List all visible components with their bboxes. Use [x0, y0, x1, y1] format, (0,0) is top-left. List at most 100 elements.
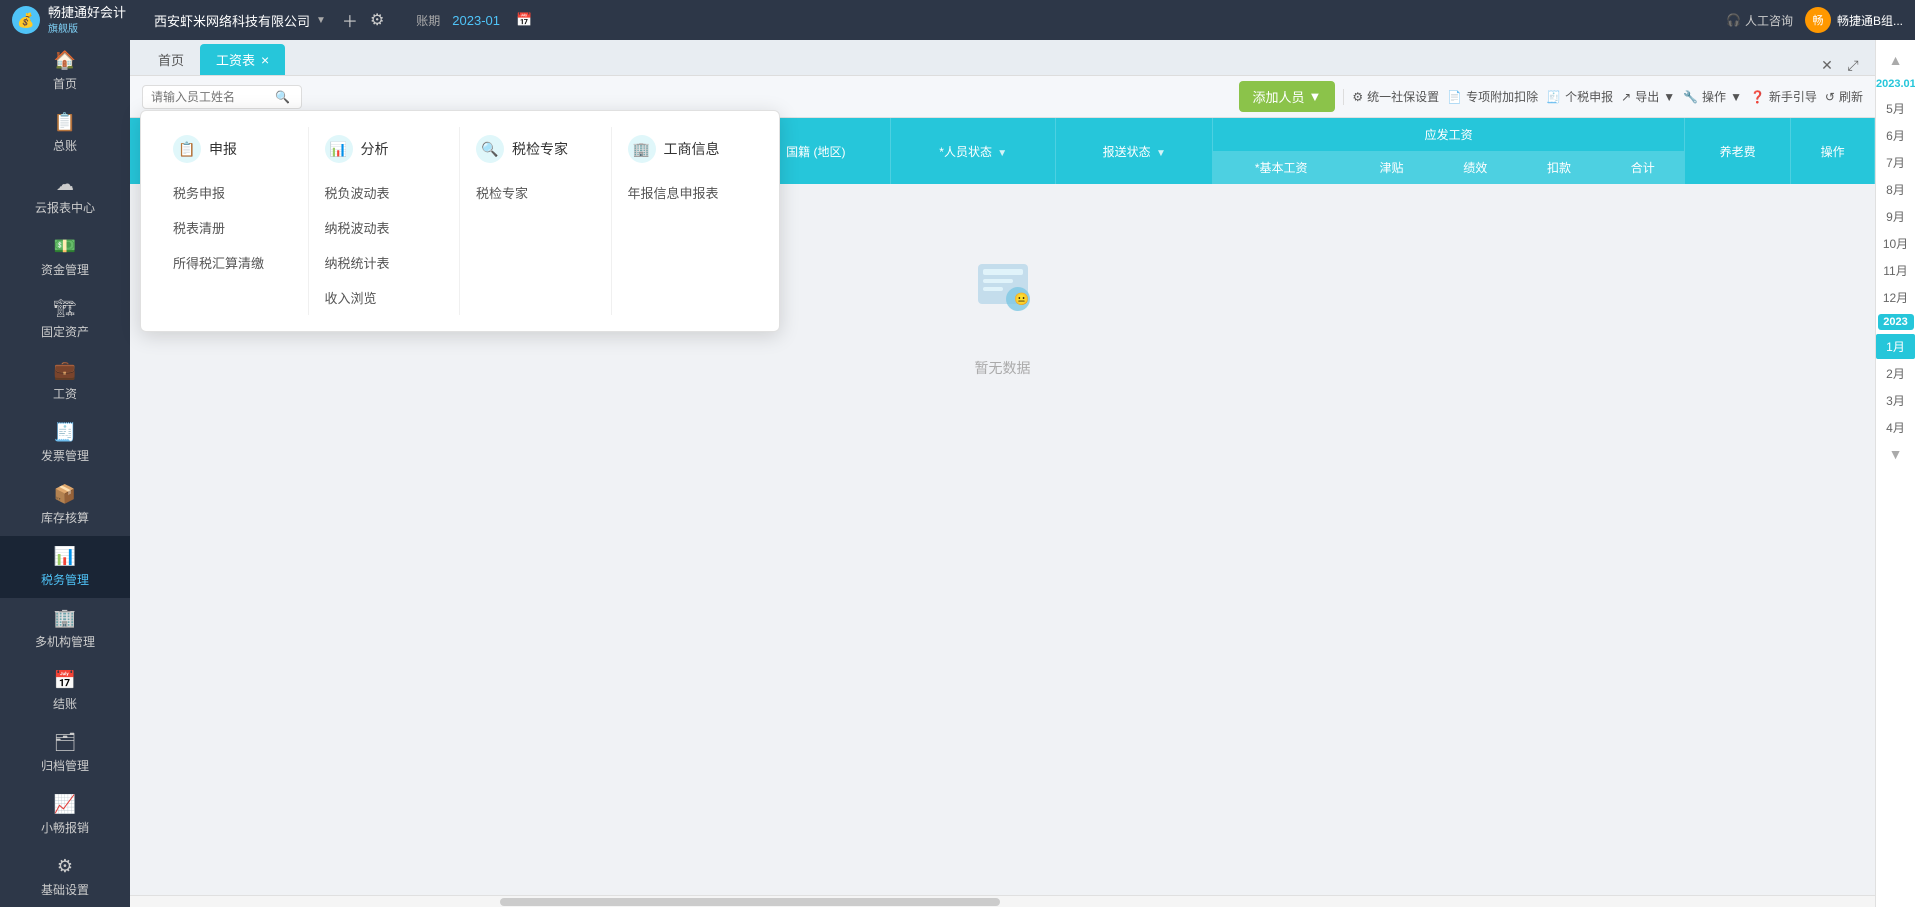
bottom-scrollbar[interactable]	[130, 895, 1875, 907]
toolbar-divider-1	[1343, 89, 1344, 105]
special-deduction-action[interactable]: 📄 专项附加扣除	[1447, 88, 1538, 105]
operation-action[interactable]: 🔧 操作 ▼	[1683, 88, 1742, 105]
sidebar-item-fund[interactable]: 💵 资金管理	[0, 226, 130, 288]
sidebar-label-report: 小畅报销	[41, 819, 89, 836]
category-shenba-label: 申报	[209, 139, 237, 159]
menu-income-browse[interactable]: 收入浏览	[325, 280, 444, 315]
settings-icon-button[interactable]: ⚙	[370, 10, 384, 30]
month-9[interactable]: 9月	[1876, 204, 1915, 229]
month-3[interactable]: 3月	[1876, 388, 1915, 413]
shenba-icon: 📋	[173, 135, 201, 163]
export-label: 导出	[1635, 88, 1659, 105]
category-analysis: 📊 分析	[325, 127, 444, 175]
scrollbar-thumb[interactable]	[500, 898, 1000, 906]
menu-tax-stats[interactable]: 纳税统计表	[325, 245, 444, 280]
month-10[interactable]: 10月	[1876, 231, 1915, 256]
service-button[interactable]: 🎧 人工咨询	[1726, 12, 1793, 29]
report-status-header: 报送状态 ▼	[1056, 118, 1213, 184]
operation-label: 操作	[1702, 88, 1726, 105]
category-analysis-label: 分析	[361, 139, 389, 159]
menu-income-calc[interactable]: 所得税汇算清缴	[173, 245, 292, 280]
month-11[interactable]: 11月	[1876, 258, 1915, 283]
menu-tax-declare[interactable]: 税务申报	[173, 175, 292, 210]
month-6[interactable]: 6月	[1876, 123, 1915, 148]
add-person-button[interactable]: 添加人员 ▼	[1239, 81, 1336, 112]
sidebar-item-home[interactable]: 🏠 首页	[0, 40, 130, 102]
tab-payroll[interactable]: 工资表 ×	[200, 44, 285, 75]
empty-text: 暂无数据	[975, 358, 1031, 378]
tab-close-button[interactable]: ×	[261, 52, 269, 68]
sidebar-item-settlement[interactable]: 📅 结账	[0, 660, 130, 722]
sidebar-label-inventory: 库存核算	[41, 509, 89, 526]
header-actions: ＋ ⚙ 账期 2023-01 📅	[342, 8, 532, 32]
sidebar-item-cloud[interactable]: ☁ 云报表中心	[0, 164, 130, 226]
menu-annual-report[interactable]: 年报信息申报表	[628, 175, 748, 210]
search-input[interactable]	[151, 90, 271, 104]
month-12[interactable]: 12月	[1876, 285, 1915, 310]
social-security-action[interactable]: ⚙ 统一社保设置	[1352, 88, 1439, 105]
top-right: 🎧 人工咨询 畅 畅捷通B组...	[1726, 7, 1903, 33]
month-8[interactable]: 8月	[1876, 177, 1915, 202]
month-1[interactable]: 1月	[1876, 334, 1915, 359]
sidebar-item-archive[interactable]: 🗂 归档管理	[0, 722, 130, 784]
refresh-icon: ↺	[1825, 90, 1835, 104]
report-filter-icon[interactable]: ▼	[1156, 148, 1166, 159]
month-2[interactable]: 2月	[1876, 361, 1915, 386]
refresh-action[interactable]: ↺ 刷新	[1825, 88, 1863, 105]
company-dropdown-arrow[interactable]: ▼	[316, 15, 326, 26]
sidebar-item-settings[interactable]: ⚙ 基础设置	[0, 846, 130, 907]
sidebar-label-salary: 工资	[53, 385, 77, 402]
avatar-initial: 畅	[1812, 12, 1823, 28]
sidebar-item-invoice[interactable]: 🧾 发票管理	[0, 412, 130, 474]
sidebar-item-assets[interactable]: 🏗 固定资产	[0, 288, 130, 350]
popup-grid: 📋 申报 税务申报 税表清册 所得税汇算清缴 📊 分析 税负波动表 纳税波动表 …	[157, 127, 763, 315]
user-info[interactable]: 畅 畅捷通B组...	[1805, 7, 1903, 33]
tax-report-action[interactable]: 🧾 个税申报	[1546, 88, 1613, 105]
menu-tax-check[interactable]: 税检专家	[476, 175, 595, 210]
export-dropdown-icon: ▼	[1663, 90, 1675, 104]
base-salary-header: *基本工资	[1213, 151, 1350, 184]
month-4[interactable]: 4月	[1876, 415, 1915, 440]
panel-down-arrow[interactable]: ▼	[1885, 442, 1907, 466]
tab-home[interactable]: 首页	[142, 44, 200, 75]
sidebar-item-inventory[interactable]: 📦 库存核算	[0, 474, 130, 536]
operation-icon: 🔧	[1683, 90, 1698, 104]
sidebar-item-ledger[interactable]: 📋 总账	[0, 102, 130, 164]
user-avatar: 畅	[1805, 7, 1831, 33]
performance-header: 绩效	[1433, 151, 1517, 184]
popup-col-expert: 🔍 税检专家 税检专家	[460, 127, 612, 315]
sidebar-item-multi[interactable]: 🏢 多机构管理	[0, 598, 130, 660]
status-filter-icon[interactable]: ▼	[997, 148, 1007, 159]
total-header: 合计	[1601, 151, 1685, 184]
archive-icon: 🗂	[54, 732, 77, 753]
calendar-icon[interactable]: 📅	[516, 12, 532, 28]
sidebar-item-salary[interactable]: 💼 工资	[0, 350, 130, 412]
menu-tax-burden[interactable]: 税负波动表	[325, 175, 444, 210]
window-expand-button[interactable]: ⤢	[1843, 55, 1863, 75]
user-name: 畅捷通B组...	[1837, 12, 1903, 29]
month-5[interactable]: 5月	[1876, 96, 1915, 121]
invoice-icon: 🧾	[54, 422, 76, 443]
menu-tax-table[interactable]: 税表清册	[173, 210, 292, 245]
add-company-button[interactable]: ＋	[342, 8, 358, 32]
export-icon: ↗	[1621, 90, 1631, 104]
logo-area: 💰 畅捷通好会计 旗舰版	[12, 5, 142, 36]
category-business: 🏢 工商信息	[628, 127, 748, 175]
guide-action[interactable]: ❓ 新手引导	[1750, 88, 1817, 105]
panel-up-arrow[interactable]: ▲	[1885, 48, 1907, 72]
sidebar-label-home: 首页	[53, 75, 77, 92]
business-icon: 🏢	[628, 135, 656, 163]
refresh-label: 刷新	[1839, 88, 1863, 105]
home-icon: 🏠	[54, 50, 76, 71]
search-input-wrapper[interactable]: 🔍	[142, 85, 302, 109]
sidebar-label-archive: 归档管理	[41, 757, 89, 774]
search-icon: 🔍	[275, 90, 290, 104]
export-action[interactable]: ↗ 导出 ▼	[1621, 88, 1675, 105]
company-selector[interactable]: 西安虾米网络科技有限公司 ▼	[154, 11, 326, 30]
month-7[interactable]: 7月	[1876, 150, 1915, 175]
menu-tax-dynamic[interactable]: 纳税波动表	[325, 210, 444, 245]
sidebar-item-report[interactable]: 📈 小畅报销	[0, 784, 130, 846]
window-close-button[interactable]: ✕	[1817, 55, 1837, 75]
sidebar-label-cloud: 云报表中心	[35, 199, 95, 216]
sidebar-item-tax[interactable]: 📊 税务管理	[0, 536, 130, 598]
